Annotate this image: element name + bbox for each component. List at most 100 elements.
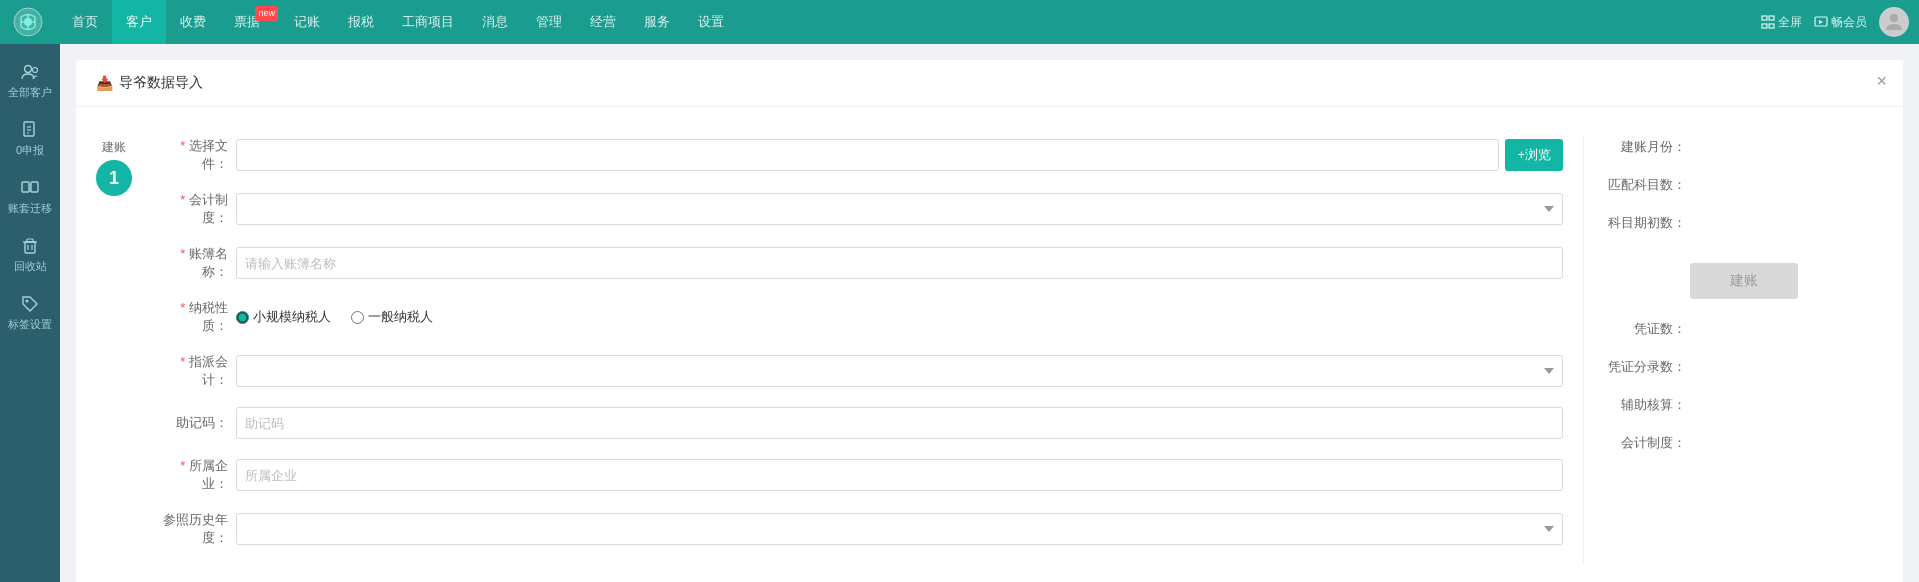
browse-button[interactable]: +浏览 <box>1505 139 1563 171</box>
create-account-label: 建账 <box>96 139 132 156</box>
svg-rect-7 <box>1769 16 1774 20</box>
auxiliary-accounting-field: 辅助核算： <box>1604 395 1883 415</box>
tax-type-row: 纳税性质： 小规模纳税人 一般纳税人 <box>156 299 1563 335</box>
member-button[interactable]: 畅会员 <box>1814 14 1867 31</box>
import-icon: 📥 <box>96 75 113 91</box>
match-subjects-value <box>1694 175 1883 195</box>
close-button[interactable]: × <box>1876 72 1887 90</box>
svg-rect-20 <box>31 182 38 192</box>
memo-code-row: 助记码： <box>156 407 1563 439</box>
nav-item-fee[interactable]: 收费 <box>166 0 220 44</box>
nav-item-bookkeeping[interactable]: 记账 <box>280 0 334 44</box>
svg-rect-24 <box>25 242 35 253</box>
fullscreen-icon <box>1761 15 1775 29</box>
tax-type-label: 纳税性质： <box>156 299 236 335</box>
reference-year-row: 参照历史年度： <box>156 511 1563 547</box>
assign-accountant-select[interactable] <box>236 355 1563 387</box>
sidebar-item-trash[interactable]: 回收站 <box>0 226 60 284</box>
top-nav-right: 全屏 畅会员 <box>1761 7 1909 37</box>
voucher-records-label: 凭证分录数： <box>1604 358 1694 376</box>
sidebar-item-tag-settings[interactable]: 标签设置 <box>0 284 60 342</box>
create-account-button[interactable]: 建账 <box>1690 263 1798 299</box>
top-navigation: 首页 客户 收费 票据 new 记账 报税 工商项目 消息 管理 经营 服务 设… <box>0 0 1919 44</box>
right-accounting-system-field: 会计制度： <box>1604 433 1883 453</box>
nav-item-manage[interactable]: 管理 <box>522 0 576 44</box>
right-accounting-system-label: 会计制度： <box>1604 434 1694 452</box>
sidebar-item-declaration[interactable]: 0申报 <box>0 110 60 168</box>
ledger-name-input[interactable] <box>236 247 1563 279</box>
period-initial-label: 科目期初数： <box>1604 214 1694 232</box>
tax-type-radio-group: 小规模纳税人 一般纳税人 <box>236 308 433 326</box>
reference-year-select[interactable] <box>236 513 1563 545</box>
assign-accountant-row: 指派会计： <box>156 353 1563 389</box>
avatar-icon <box>1882 10 1906 34</box>
radio-small-taxpayer[interactable]: 小规模纳税人 <box>236 308 331 326</box>
match-subjects-field: 匹配科目数： <box>1604 175 1883 195</box>
file-select-row: 选择文件： +浏览 <box>156 137 1563 173</box>
play-icon <box>1814 15 1828 29</box>
nav-item-settings[interactable]: 设置 <box>684 0 738 44</box>
app-logo <box>10 4 46 40</box>
svg-point-12 <box>1890 14 1898 22</box>
new-badge: new <box>255 6 278 21</box>
svg-rect-8 <box>1762 24 1767 28</box>
transfer-icon <box>20 178 40 198</box>
reference-year-label: 参照历史年度： <box>156 511 236 547</box>
match-subjects-label: 匹配科目数： <box>1604 176 1694 194</box>
nav-item-operation[interactable]: 经营 <box>576 0 630 44</box>
voucher-count-label: 凭证数： <box>1604 320 1694 338</box>
file-input[interactable] <box>236 139 1499 171</box>
accounting-system-row: 会计制度： <box>156 191 1563 227</box>
memo-code-label: 助记码： <box>156 414 236 432</box>
svg-rect-6 <box>1762 16 1767 20</box>
form-body: 建账 1 选择文件： +浏览 <box>76 107 1903 582</box>
company-label: 所属企业： <box>156 457 236 493</box>
radio-general-taxpayer[interactable]: 一般纳税人 <box>351 308 433 326</box>
page-layout: 全部客户 0申报 账套迁移 <box>0 44 1919 582</box>
nav-item-message[interactable]: 消息 <box>468 0 522 44</box>
sidebar-item-all-clients[interactable]: 全部客户 <box>0 52 60 110</box>
nav-item-home[interactable]: 首页 <box>58 0 112 44</box>
step-indicator: 1 <box>96 160 132 196</box>
fullscreen-button[interactable]: 全屏 <box>1761 14 1802 31</box>
accounting-system-select[interactable] <box>236 193 1563 225</box>
form-card: 📥 导爷数据导入 × 建账 1 <box>76 60 1903 582</box>
form-fields: 选择文件： +浏览 会计制度： <box>156 137 1563 565</box>
trash-icon <box>20 236 40 256</box>
nav-item-client[interactable]: 客户 <box>112 0 166 44</box>
company-input[interactable] <box>236 459 1563 491</box>
form-left-section: 建账 1 选择文件： +浏览 <box>96 137 1563 565</box>
nav-item-tax[interactable]: 报税 <box>334 0 388 44</box>
nav-item-invoice[interactable]: 票据 new <box>220 0 280 44</box>
svg-point-13 <box>25 66 32 73</box>
memo-code-input[interactable] <box>236 407 1563 439</box>
form-header: 📥 导爷数据导入 × <box>76 60 1903 107</box>
nav-item-service[interactable]: 服务 <box>630 0 684 44</box>
tag-icon <box>20 294 40 314</box>
period-initial-field: 科目期初数： <box>1604 213 1883 233</box>
form-title: 导爷数据导入 <box>119 74 203 92</box>
logo-icon <box>13 7 43 37</box>
nav-item-business[interactable]: 工商项目 <box>388 0 468 44</box>
svg-point-1 <box>24 18 32 26</box>
voucher-count-value <box>1694 319 1883 339</box>
company-row: 所属企业： <box>156 457 1563 493</box>
voucher-records-value <box>1694 357 1883 377</box>
svg-marker-11 <box>1819 20 1823 24</box>
voucher-count-field: 凭证数： <box>1604 319 1883 339</box>
auxiliary-accounting-label: 辅助核算： <box>1604 396 1694 414</box>
auxiliary-accounting-value <box>1694 395 1883 415</box>
accounting-system-label: 会计制度： <box>156 191 236 227</box>
sidebar-item-account-migration[interactable]: 账套迁移 <box>0 168 60 226</box>
account-month-field: 建账月份： <box>1604 137 1883 157</box>
period-initial-value <box>1694 213 1883 233</box>
avatar[interactable] <box>1879 7 1909 37</box>
nav-menu: 首页 客户 收费 票据 new 记账 报税 工商项目 消息 管理 经营 服务 设… <box>58 0 1761 44</box>
svg-rect-26 <box>27 239 33 242</box>
ledger-name-row: 账簿名称： <box>156 245 1563 281</box>
account-month-label: 建账月份： <box>1604 138 1694 156</box>
main-content: 📥 导爷数据导入 × 建账 1 <box>60 44 1919 582</box>
users-icon <box>20 62 40 82</box>
svg-rect-9 <box>1769 24 1774 28</box>
assign-accountant-label: 指派会计： <box>156 353 236 389</box>
